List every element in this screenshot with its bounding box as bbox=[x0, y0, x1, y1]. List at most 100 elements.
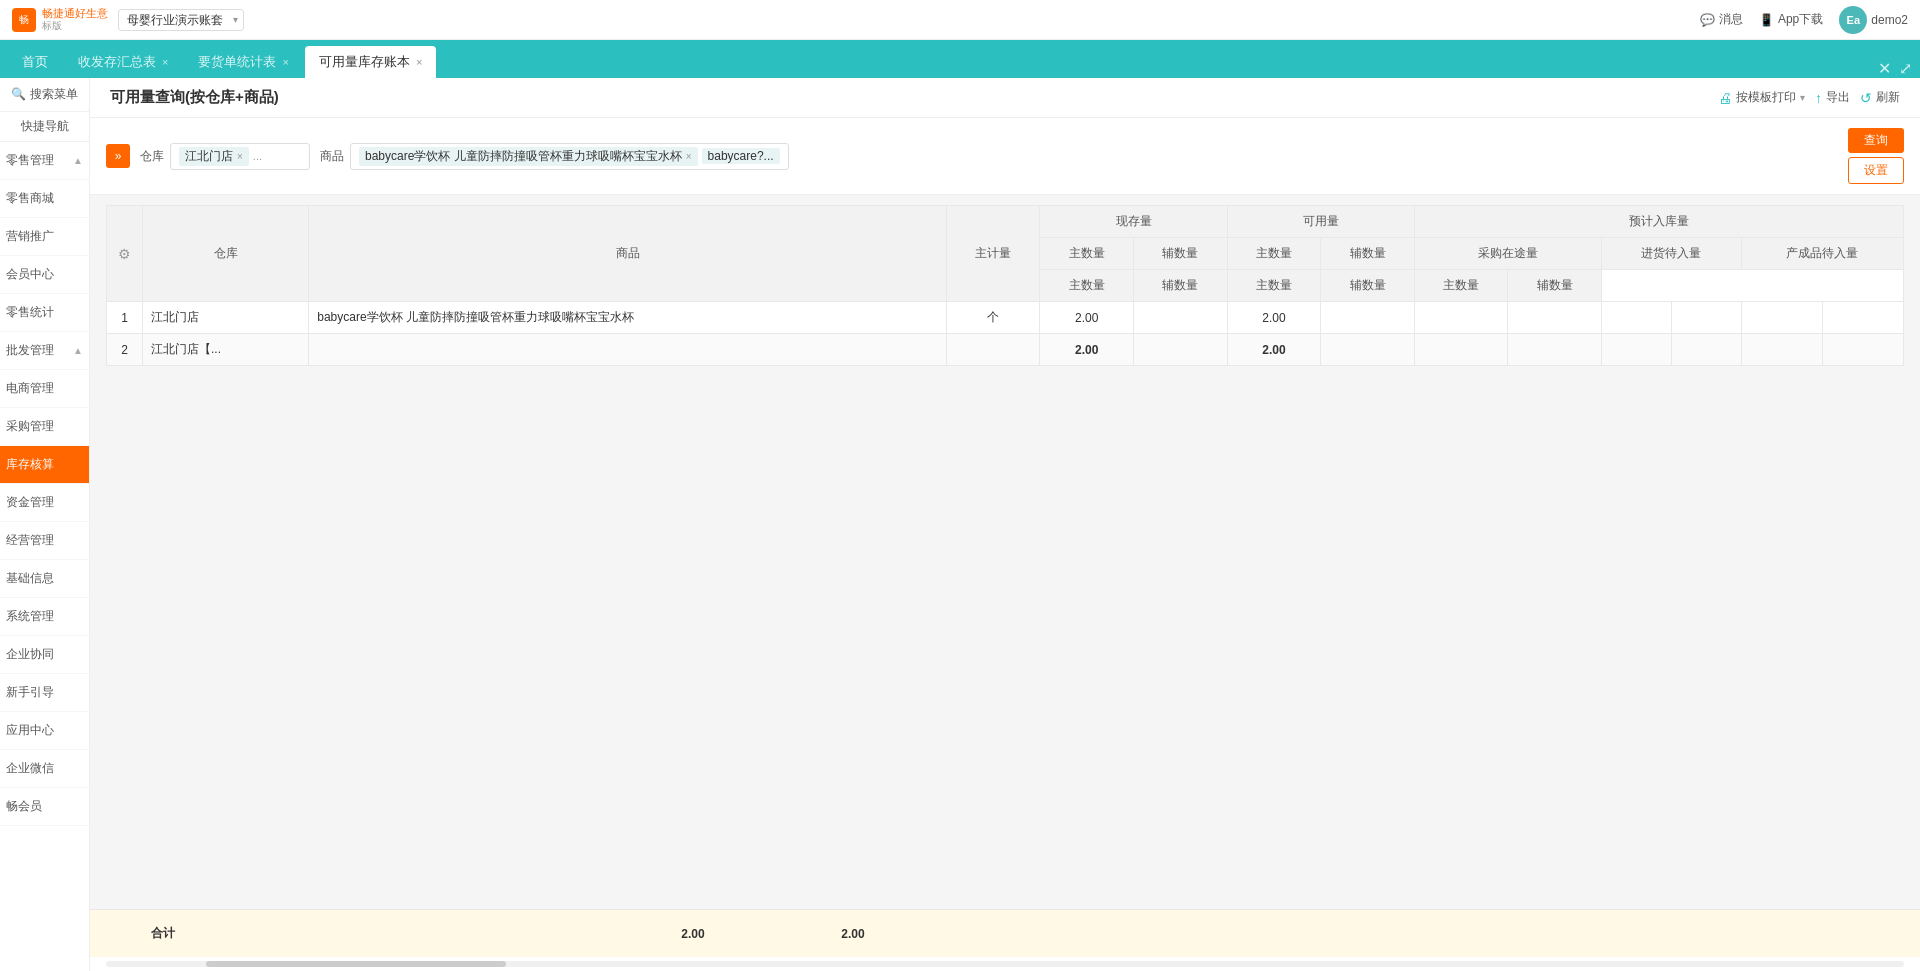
horizontal-scrollbar[interactable] bbox=[90, 957, 1920, 971]
scrollbar-thumb[interactable] bbox=[206, 961, 506, 967]
refresh-btn[interactable]: ↺ 刷新 bbox=[1860, 89, 1900, 106]
total-bar: 合计 2.00 2.00 bbox=[90, 909, 1920, 957]
search-icon: 🔍 bbox=[11, 87, 26, 101]
sidebar-item-wholesale-mgmt[interactable]: 批发管理 ▲ bbox=[0, 332, 89, 370]
sidebar-item-retail-stats[interactable]: 零售统计 bbox=[0, 294, 89, 332]
tab-close-receive-summary[interactable]: × bbox=[162, 56, 168, 68]
sidebar-item-vip-member[interactable]: 畅会员 bbox=[0, 788, 89, 826]
sidebar-item-ecom-mgmt[interactable]: 电商管理 bbox=[0, 370, 89, 408]
tab-available-stock[interactable]: 可用量库存账本 × bbox=[305, 46, 436, 78]
filter-expand-btn[interactable]: » bbox=[106, 144, 130, 168]
scrollbar-track bbox=[106, 961, 1904, 967]
row2-prod-aux bbox=[1822, 334, 1903, 366]
gear-icon[interactable]: ⚙ bbox=[118, 246, 131, 262]
available-main-qty: 主数量 bbox=[1227, 238, 1321, 270]
sidebar-search[interactable]: 🔍 搜索菜单 bbox=[0, 78, 89, 112]
fullscreen-btn[interactable]: ⤢ bbox=[1899, 59, 1912, 78]
sidebar-item-inventory[interactable]: 库存核算 bbox=[0, 446, 89, 484]
row2-pp-aux bbox=[1671, 334, 1741, 366]
row2-current-aux bbox=[1134, 334, 1228, 366]
tab-order-stats[interactable]: 要货单统计表 × bbox=[184, 46, 302, 78]
available-aux-qty: 辅数量 bbox=[1321, 238, 1415, 270]
product-tag-1: babycare学饮杯 儿童防摔防撞吸管杯重力球吸嘴杯宝宝水杯 × bbox=[359, 147, 698, 166]
header-left: 畅 畅捷通好生意 标版 母婴行业演示账套 bbox=[12, 7, 244, 32]
row1-prod-main bbox=[1741, 302, 1822, 334]
chevron-down-icon-wholesale: ▲ bbox=[73, 345, 83, 356]
pt-main: 主数量 bbox=[1040, 270, 1134, 302]
row2-pt-aux bbox=[1508, 334, 1602, 366]
available-stock-label: 可用量库存账本 bbox=[319, 53, 410, 71]
print-template-btn[interactable]: 🖨 按模板打印 ▾ bbox=[1718, 89, 1805, 106]
product-filter: 商品 babycare学饮杯 儿童防摔防撞吸管杯重力球吸嘴杯宝宝水杯 × bab… bbox=[320, 143, 789, 170]
warehouse-tag-box[interactable]: 江北门店 × ... bbox=[170, 143, 310, 170]
nav-tabs: 首页 收发存汇总表 × 要货单统计表 × 可用量库存账本 × ✕ ⤢ bbox=[0, 40, 1920, 78]
col-current-stock: 现存量 bbox=[1040, 206, 1227, 238]
sidebar-item-app-center[interactable]: 应用中心 bbox=[0, 712, 89, 750]
home-tab-label: 首页 bbox=[22, 53, 48, 71]
purchase-pending-header: 进货待入量 bbox=[1602, 238, 1741, 270]
tab-close-order-stats[interactable]: × bbox=[282, 56, 288, 68]
sidebar-item-enterprise-collab[interactable]: 企业协同 bbox=[0, 636, 89, 674]
tab-home[interactable]: 首页 bbox=[8, 46, 62, 78]
col-main-unit: 主计量 bbox=[946, 206, 1040, 302]
row1-pt-main bbox=[1414, 302, 1508, 334]
sidebar-item-new-guide[interactable]: 新手引导 bbox=[0, 674, 89, 712]
sidebar-item-retail-mgmt[interactable]: 零售管理 ▲ bbox=[0, 142, 89, 180]
pt-aux: 辅数量 bbox=[1134, 270, 1228, 302]
page-actions: 🖨 按模板打印 ▾ ↑ 导出 ↺ 刷新 bbox=[1718, 89, 1900, 106]
settings-btn[interactable]: 设置 bbox=[1848, 157, 1904, 184]
data-table: ⚙ 仓库 商品 主计量 现存量 可用量 预计入库量 主数量 辅数量 主数量 辅数… bbox=[106, 205, 1904, 366]
export-icon: ↑ bbox=[1815, 90, 1822, 106]
row2-pp-main bbox=[1602, 334, 1672, 366]
expand-icon: » bbox=[115, 149, 122, 163]
row2-warehouse: 江北门店【... bbox=[143, 334, 309, 366]
sidebar-item-operations-mgmt[interactable]: 经营管理 bbox=[0, 522, 89, 560]
pp-aux: 辅数量 bbox=[1321, 270, 1415, 302]
table-row: 1 江北门店 babycare学饮杯 儿童防摔防撞吸管杯重力球吸嘴杯宝宝水杯 个… bbox=[107, 302, 1904, 334]
print-dropdown-icon: ▾ bbox=[1800, 92, 1805, 103]
col-checkbox[interactable]: ⚙ bbox=[107, 206, 143, 302]
message-action[interactable]: 💬 消息 bbox=[1700, 11, 1743, 28]
print-icon: 🖨 bbox=[1718, 90, 1732, 106]
warehouse-more[interactable]: ... bbox=[253, 150, 262, 162]
sidebar-item-finance-mgmt[interactable]: 资金管理 bbox=[0, 484, 89, 522]
prod-main: 主数量 bbox=[1414, 270, 1508, 302]
production-pending-header: 产成品待入量 bbox=[1741, 238, 1903, 270]
row2-prod-main bbox=[1741, 334, 1822, 366]
query-btn[interactable]: 查询 bbox=[1848, 128, 1904, 153]
industry-selector[interactable]: 母婴行业演示账套 bbox=[118, 9, 244, 31]
table-container: ⚙ 仓库 商品 主计量 现存量 可用量 预计入库量 主数量 辅数量 主数量 辅数… bbox=[90, 195, 1920, 909]
tab-close-available-stock[interactable]: × bbox=[416, 56, 422, 68]
sidebar-item-retail-mall[interactable]: 零售商城 bbox=[0, 180, 89, 218]
sidebar-item-marketing[interactable]: 营销推广 bbox=[0, 218, 89, 256]
col-available: 可用量 bbox=[1227, 206, 1414, 238]
row1-prod-aux bbox=[1822, 302, 1903, 334]
tab-receive-summary[interactable]: 收发存汇总表 × bbox=[64, 46, 182, 78]
product-tag-2: babycare?... bbox=[702, 148, 780, 164]
filter-bar: » 仓库 江北门店 × ... 商品 babycare学饮杯 儿童防摔防撞吸管杯… bbox=[90, 118, 1920, 195]
warehouse-remove-btn[interactable]: × bbox=[237, 151, 243, 162]
export-btn[interactable]: ↑ 导出 bbox=[1815, 89, 1850, 106]
app-download-action[interactable]: 📱 App下载 bbox=[1759, 11, 1823, 28]
current-stock-main-qty: 主数量 bbox=[1040, 238, 1134, 270]
prod-aux: 辅数量 bbox=[1508, 270, 1602, 302]
close-all-tabs-btn[interactable]: ✕ bbox=[1878, 59, 1891, 78]
row1-pp-main bbox=[1602, 302, 1672, 334]
row2-current-main: 2.00 bbox=[1040, 334, 1134, 366]
industry-selector-wrapper[interactable]: 母婴行业演示账套 bbox=[118, 9, 244, 31]
sidebar-item-enterprise-wechat[interactable]: 企业微信 bbox=[0, 750, 89, 788]
product-remove-btn-1[interactable]: × bbox=[686, 151, 692, 162]
logo-text: 畅捷通好生意 标版 bbox=[42, 7, 108, 32]
pp-main: 主数量 bbox=[1227, 270, 1321, 302]
user-profile[interactable]: Ea demo2 bbox=[1839, 6, 1908, 34]
header-right: 💬 消息 📱 App下载 Ea demo2 bbox=[1700, 6, 1908, 34]
sidebar-item-purchase-mgmt[interactable]: 采购管理 bbox=[0, 408, 89, 446]
sidebar-quick-nav[interactable]: 快捷导航 bbox=[0, 112, 89, 142]
sidebar-item-member-center[interactable]: 会员中心 bbox=[0, 256, 89, 294]
col-planned-inbound: 预计入库量 bbox=[1414, 206, 1903, 238]
row1-avail-main: 2.00 bbox=[1227, 302, 1321, 334]
sidebar-item-sys-mgmt[interactable]: 系统管理 bbox=[0, 598, 89, 636]
sidebar-item-basic-info[interactable]: 基础信息 bbox=[0, 560, 89, 598]
row1-current-main: 2.00 bbox=[1040, 302, 1134, 334]
product-tag-box[interactable]: babycare学饮杯 儿童防摔防撞吸管杯重力球吸嘴杯宝宝水杯 × babyca… bbox=[350, 143, 789, 170]
